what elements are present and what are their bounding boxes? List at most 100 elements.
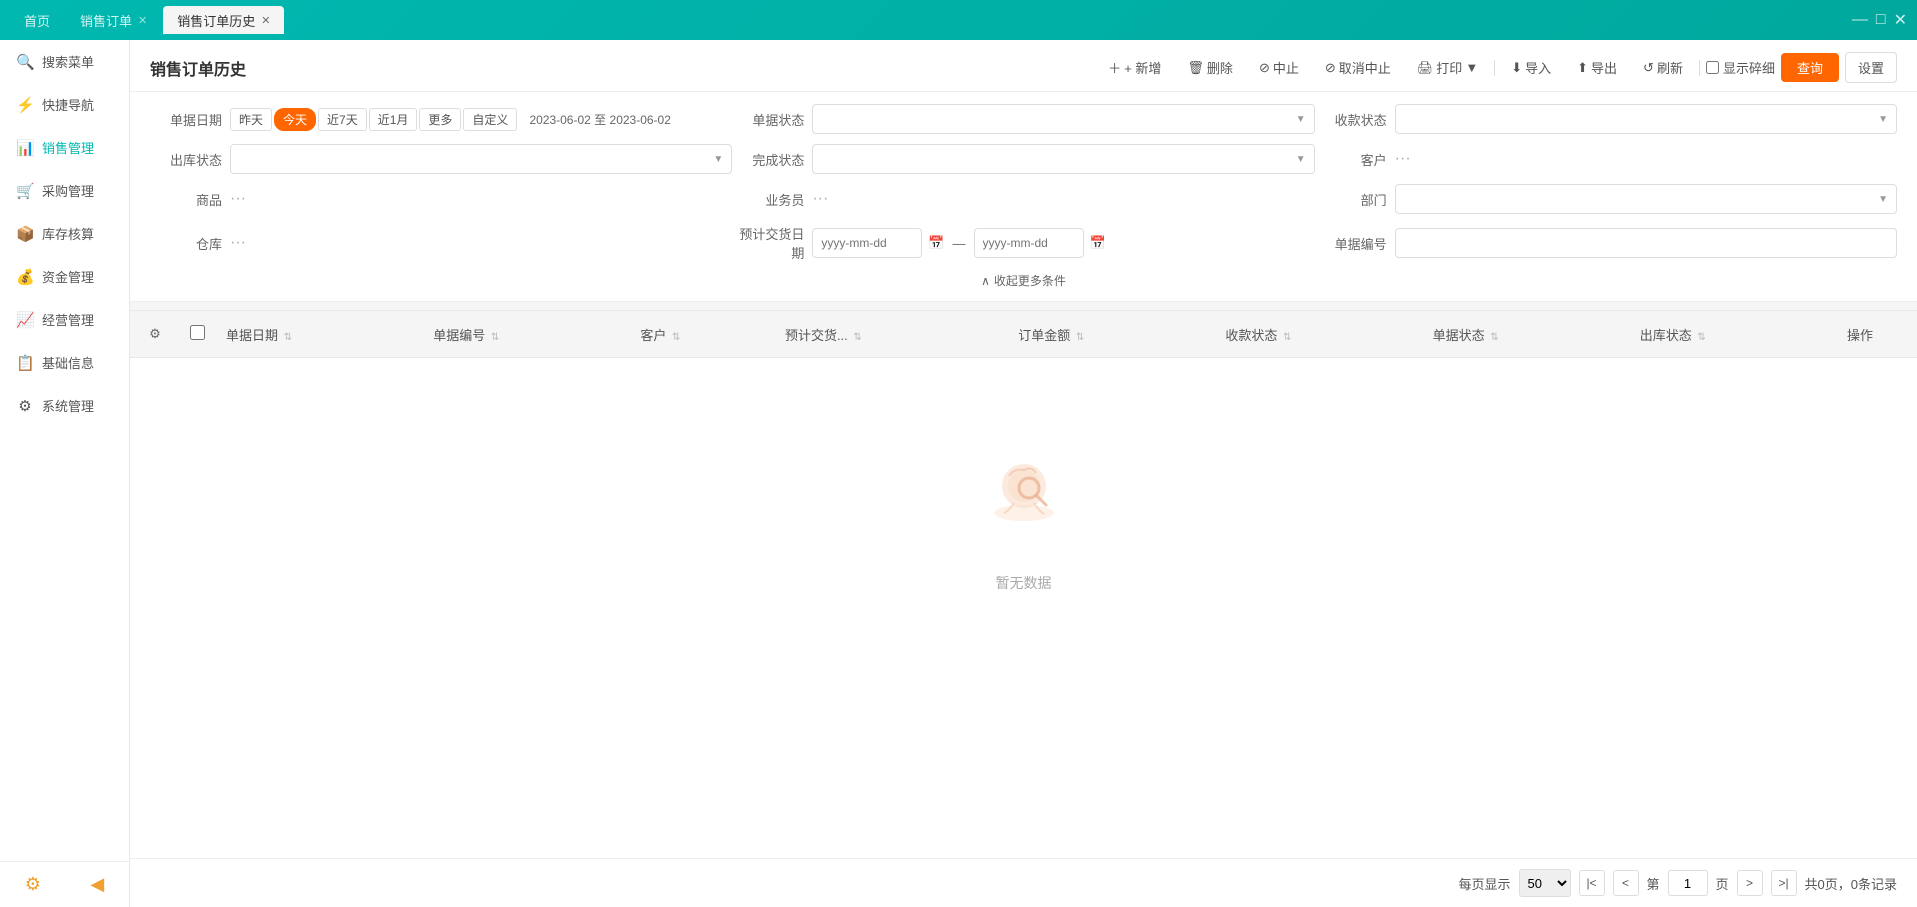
calendar-start-icon[interactable]: 📅	[928, 235, 944, 251]
delete-label: 删除	[1207, 58, 1233, 77]
table-settings-header: ⚙	[130, 311, 180, 358]
sidebar-item-sales-mgmt[interactable]: 📊 销售管理	[0, 126, 129, 169]
date-btn-1month[interactable]: 近1月	[369, 108, 418, 131]
export-button[interactable]: ⬆ 导出	[1567, 53, 1627, 82]
col-date-sort-icon[interactable]: ⇅	[284, 332, 292, 343]
completion-status-control: ▼	[812, 144, 1314, 174]
import-icon: ⬇	[1511, 60, 1522, 76]
cancel-stop-button[interactable]: ⊘ 取消中止	[1315, 53, 1401, 82]
maximize-button[interactable]: □	[1876, 11, 1886, 29]
col-expected-delivery: 预计交货... ⇅	[775, 311, 1008, 358]
col-expected-delivery-sort-icon[interactable]: ⇅	[853, 332, 861, 343]
calendar-end-icon[interactable]: 📅	[1090, 235, 1106, 251]
tab-sales-history-close[interactable]: ✕	[261, 14, 270, 27]
show-cols-checkbox[interactable]	[1706, 61, 1719, 74]
col-customer: 客户 ⇅	[630, 311, 775, 358]
table-settings-button[interactable]: ⚙	[140, 319, 170, 349]
department-select[interactable]: ▼	[1395, 184, 1897, 214]
tab-sales-order-close[interactable]: ✕	[138, 14, 147, 27]
stop-label: 中止	[1273, 58, 1299, 77]
page-size-select[interactable]: 50 20 100	[1519, 869, 1571, 897]
sidebar-item-purchase-mgmt-label: 采购管理	[42, 181, 94, 200]
date-btn-yesterday[interactable]: 昨天	[230, 108, 272, 131]
settings-button[interactable]: 设置	[1845, 52, 1897, 83]
new-button[interactable]: ＋ + 新增	[1098, 53, 1171, 82]
col-operation-label: 操作	[1847, 328, 1873, 343]
sidebar-item-search-menu[interactable]: 🔍 搜索菜单	[0, 40, 129, 83]
delete-button[interactable]: 🗑 删除	[1177, 53, 1243, 82]
sidebar-item-quick-nav[interactable]: ⚡ 快捷导航	[0, 83, 129, 126]
table-footer: 每页显示 50 20 100 |< < 第 页 > >| 共0页，0条记录	[130, 858, 1917, 907]
col-order-status-sort-icon[interactable]: ⇅	[1490, 332, 1498, 343]
salesperson-filter-label: 业务员	[732, 190, 812, 209]
next-page-button[interactable]: >	[1737, 870, 1763, 896]
sidebar-item-sales-mgmt-label: 销售管理	[42, 138, 94, 157]
date-btn-more[interactable]: 更多	[419, 108, 461, 131]
toolbar-divider-1	[1494, 60, 1495, 76]
col-customer-sort-icon[interactable]: ⇅	[672, 332, 680, 343]
delivery-status-select[interactable]: ▼	[230, 144, 732, 174]
print-arrow-icon: ▼	[1465, 60, 1478, 75]
cancel-stop-label: 取消中止	[1339, 58, 1391, 77]
sidebar-item-inventory[interactable]: 📦 库存核算	[0, 212, 129, 255]
delivery-date-start-input[interactable]	[812, 228, 922, 258]
close-window-button[interactable]: ✕	[1894, 10, 1907, 30]
sidebar-collapse-button[interactable]: ◀	[82, 870, 112, 899]
filter-row-1: 单据日期 昨天 今天 近7天 近1月 更多 自定义 2023-06-02 至 2…	[150, 104, 1897, 134]
refresh-button[interactable]: ↺ 刷新	[1633, 53, 1693, 82]
table-checkbox-header	[180, 311, 216, 358]
last-page-button[interactable]: >|	[1771, 870, 1797, 896]
order-no-input[interactable]	[1395, 228, 1897, 258]
filter-row-4: 仓库 ··· 预计交货日期 📅 — 📅 单据编号	[150, 224, 1897, 262]
select-all-checkbox[interactable]	[190, 325, 205, 340]
page-number-input[interactable]	[1668, 870, 1708, 896]
basic-info-icon: 📋	[16, 354, 34, 372]
order-status-select[interactable]: ▼	[812, 104, 1314, 134]
col-payment-status-sort-icon[interactable]: ⇅	[1283, 332, 1291, 343]
show-cols-label: 显示碎细	[1723, 58, 1775, 77]
settings-label: 设置	[1858, 61, 1884, 76]
empty-state: 暂无数据	[130, 358, 1917, 673]
tab-home[interactable]: 首页	[10, 6, 64, 34]
date-btn-today[interactable]: 今天	[274, 108, 316, 131]
sidebar-item-basic-info[interactable]: 📋 基础信息	[0, 341, 129, 384]
query-button[interactable]: 查询	[1781, 53, 1839, 82]
payment-status-select[interactable]: ▼	[1395, 104, 1897, 134]
tab-sales-order[interactable]: 销售订单 ✕	[66, 6, 161, 34]
col-delivery-status-sort-icon[interactable]: ⇅	[1697, 332, 1705, 343]
tab-sales-history[interactable]: 销售订单历史 ✕	[163, 6, 284, 34]
salesperson-dots[interactable]: ···	[812, 190, 828, 208]
collapse-button[interactable]: ∧ 收起更多条件	[981, 272, 1066, 289]
minimize-button[interactable]: —	[1852, 11, 1868, 29]
toolbar: ＋ + 新增 🗑 删除 ⊘ 中止 ⊘ 取消中止 🖨 打印	[1098, 52, 1897, 83]
date-btn-7days[interactable]: 近7天	[318, 108, 367, 131]
page-title: 销售订单历史	[150, 56, 246, 80]
col-no-sort-icon[interactable]: ⇅	[491, 332, 499, 343]
delivery-date-end-input[interactable]	[974, 228, 1084, 258]
sidebar-item-purchase-mgmt[interactable]: 🛒 采购管理	[0, 169, 129, 212]
warehouse-dots[interactable]: ···	[230, 234, 246, 252]
table-header-row: ⚙ 单据日期 ⇅ 单据编号 ⇅	[130, 311, 1917, 358]
sidebar-item-system-mgmt[interactable]: ⚙ 系统管理	[0, 384, 129, 427]
date-btn-custom[interactable]: 自定义	[463, 108, 517, 131]
empty-icon	[974, 438, 1074, 557]
stop-button[interactable]: ⊘ 中止	[1249, 53, 1309, 82]
per-page-label: 每页显示	[1458, 874, 1510, 893]
search-menu-icon: 🔍	[16, 53, 34, 71]
col-payment-status-label: 收款状态	[1225, 328, 1277, 343]
customer-filter-control: ···	[1395, 150, 1897, 168]
sidebar-item-operations[interactable]: 📈 经营管理	[0, 298, 129, 341]
prev-page-button[interactable]: <	[1613, 870, 1639, 896]
print-label: 打印	[1436, 58, 1462, 77]
sidebar-settings-button[interactable]: ⚙	[17, 870, 49, 899]
goods-dots[interactable]: ···	[230, 190, 246, 208]
sidebar-item-finance[interactable]: 💰 资金管理	[0, 255, 129, 298]
col-amount-sort-icon[interactable]: ⇅	[1076, 332, 1084, 343]
completion-status-select[interactable]: ▼	[812, 144, 1314, 174]
customer-dots[interactable]: ···	[1395, 150, 1411, 168]
first-page-button[interactable]: |<	[1579, 870, 1605, 896]
show-cols-toggle[interactable]: 显示碎细	[1706, 58, 1775, 77]
import-button[interactable]: ⬇ 导入	[1501, 53, 1561, 82]
data-table: ⚙ 单据日期 ⇅ 单据编号 ⇅	[130, 310, 1917, 673]
print-button[interactable]: 🖨 打印 ▼	[1407, 53, 1488, 82]
